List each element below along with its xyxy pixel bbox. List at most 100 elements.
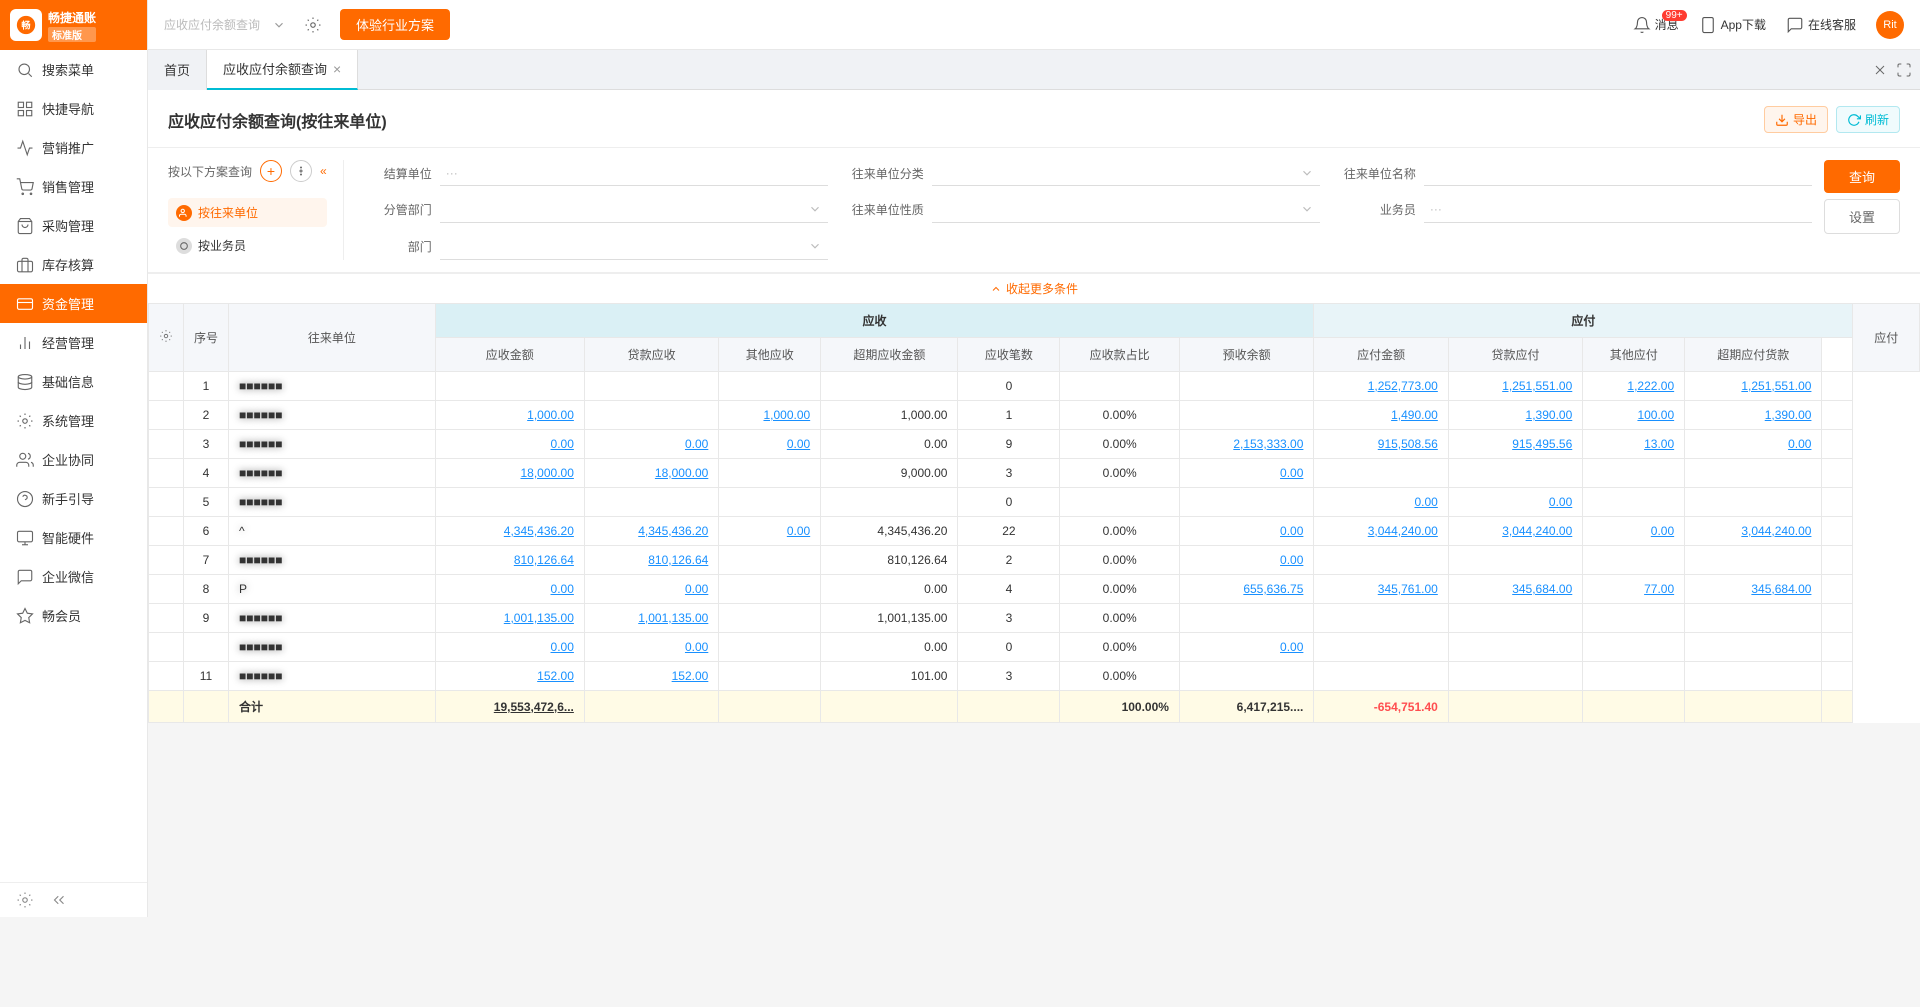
- table-row: 4■■■■■■18,000.0018,000.009,000.0030.00%0…: [149, 459, 1920, 488]
- th-ap-amount: 应付金额: [1314, 338, 1448, 372]
- unit-cell: ■■■■■■: [229, 546, 436, 575]
- footer-prepay: 6,417,215....: [1179, 691, 1313, 723]
- tab-close-all-icon[interactable]: [1872, 62, 1888, 78]
- settings-icon[interactable]: [16, 891, 34, 909]
- unit-cell: ■■■■■■: [229, 430, 436, 459]
- th-ap-loan: 贷款应付: [1448, 338, 1582, 372]
- table-footer: 合计 19,553,472,6... 100.00% 6,417,215....…: [149, 691, 1920, 723]
- salesman-input[interactable]: ···: [1424, 197, 1812, 223]
- scheme-by-unit[interactable]: 按往来单位: [168, 198, 327, 227]
- unit-cell: ■■■■■■: [229, 372, 436, 401]
- header-right: 消息 99+ App下载 在线客服 Rit: [1633, 11, 1904, 39]
- footer-ap-overdue-loan: [1685, 691, 1822, 723]
- sidebar-item-operations[interactable]: 经营管理: [0, 323, 147, 362]
- footer-ar-count: [958, 691, 1060, 723]
- sidebar-item-finance[interactable]: 资金管理: [0, 284, 147, 323]
- notifications-item[interactable]: 消息 99+: [1633, 16, 1679, 34]
- footer-ap-loan: [1448, 691, 1582, 723]
- set-button[interactable]: 设置: [1824, 199, 1900, 234]
- tab-bar: 首页 应收应付余额查询 ×: [148, 50, 1920, 90]
- collapse-button[interactable]: 收起更多条件: [148, 273, 1920, 303]
- unit-category-input[interactable]: [932, 160, 1320, 186]
- sidebar-item-sales[interactable]: 销售管理: [0, 167, 147, 206]
- sidebar-item-marketing[interactable]: 营销推广: [0, 128, 147, 167]
- footer-ar-other: [719, 691, 821, 723]
- logo-text: 畅捷通账: [48, 9, 96, 26]
- unit-cell: ■■■■■■: [229, 633, 436, 662]
- unit-cell: ■■■■■■: [229, 604, 436, 633]
- query-button[interactable]: 查询: [1824, 160, 1900, 193]
- sidebar-item-purchase[interactable]: 采购管理: [0, 206, 147, 245]
- sidebar-item-guide[interactable]: 新手引导: [0, 479, 147, 518]
- filter-field-salesman: 业务员 ···: [1344, 197, 1812, 224]
- refresh-button[interactable]: 刷新: [1836, 106, 1900, 133]
- footer-ap-extra: [1822, 691, 1853, 723]
- settlement-label: 结算单位: [360, 165, 432, 182]
- tab-expand-icon[interactable]: [1896, 62, 1912, 78]
- filter-toggle-button[interactable]: «: [320, 164, 327, 178]
- department-label: 部门: [360, 238, 432, 255]
- filter-field-dept: 分管部门: [360, 197, 828, 224]
- sidebar-item-wechat[interactable]: 企业微信: [0, 557, 147, 596]
- gear-button[interactable]: [298, 10, 328, 40]
- table-row: 6^4,345,436.204,345,436.200.004,345,436.…: [149, 517, 1920, 546]
- sidebar-bottom: [0, 882, 147, 917]
- unit-nature-input[interactable]: [932, 197, 1320, 223]
- unit-name-input[interactable]: [1424, 160, 1812, 186]
- footer-ar-ratio: 100.00%: [1060, 691, 1180, 723]
- app-download-label: App下载: [1721, 16, 1766, 33]
- unit-cell: P: [229, 575, 436, 604]
- dept-input[interactable]: [440, 197, 828, 223]
- tab-close-icon[interactable]: ×: [333, 61, 341, 77]
- sidebar-item-system[interactable]: 系统管理: [0, 401, 147, 440]
- page-actions: 导出 刷新: [1764, 106, 1900, 147]
- table-row: ■■■■■■0.000.000.0000.00%0.00: [149, 633, 1920, 662]
- solution-button[interactable]: 体验行业方案: [340, 9, 450, 40]
- filter-label: 按以下方案查询: [168, 163, 252, 180]
- breadcrumb-dropdown[interactable]: [272, 18, 286, 32]
- main-content: 应收应付余额查询(按往来单位) 导出 刷新 按以下方案查询 +: [148, 90, 1920, 917]
- avatar[interactable]: Rit: [1876, 11, 1904, 39]
- export-button[interactable]: 导出: [1764, 106, 1828, 133]
- th-gear: [149, 304, 184, 372]
- unit-cell: ■■■■■■: [229, 662, 436, 691]
- table-area: 序号 往来单位 应收 应付 应付 应收金额 贷款应收 其他应收 超期应收金额 应…: [148, 303, 1920, 723]
- table-row: 9■■■■■■1,001,135.001,001,135.001,001,135…: [149, 604, 1920, 633]
- sidebar-item-basic[interactable]: 基础信息: [0, 362, 147, 401]
- th-ar-count: 应收笔数: [958, 338, 1060, 372]
- sidebar-item-hardware[interactable]: 智能硬件: [0, 518, 147, 557]
- page-title: 应收应付余额查询(按往来单位): [168, 108, 387, 146]
- filter-setting-button[interactable]: [290, 160, 312, 182]
- sidebar-item-search[interactable]: 搜索菜单: [0, 50, 147, 89]
- sidebar-item-quicknav[interactable]: 快捷导航: [0, 89, 147, 128]
- footer-no: [184, 691, 229, 723]
- tab-ar-ap[interactable]: 应收应付余额查询 ×: [207, 50, 358, 90]
- unit-category-label: 往来单位分类: [852, 165, 924, 182]
- filter-field-unit-name: 往来单位名称: [1344, 160, 1812, 187]
- sidebar-item-inventory[interactable]: 库存核算: [0, 245, 147, 284]
- online-service-item[interactable]: 在线客服: [1786, 16, 1856, 34]
- department-input[interactable]: [440, 234, 828, 260]
- table-row: 1■■■■■■01,252,773.001,251,551.001,222.00…: [149, 372, 1920, 401]
- app-download-item[interactable]: App下载: [1699, 16, 1766, 34]
- settlement-input[interactable]: ···: [440, 160, 828, 186]
- sidebar-item-member[interactable]: 畅会员: [0, 596, 147, 635]
- salesman-label: 业务员: [1344, 201, 1416, 218]
- tab-home[interactable]: 首页: [148, 50, 207, 90]
- filter-add-button[interactable]: +: [260, 160, 282, 182]
- unit-name-label: 往来单位名称: [1344, 165, 1416, 182]
- scheme-by-salesman[interactable]: 按业务员: [168, 231, 327, 260]
- collapse-icon[interactable]: [50, 891, 68, 909]
- unit-cell: ^: [229, 517, 436, 546]
- footer-ar-amount[interactable]: 19,553,472,6...: [435, 691, 584, 723]
- unit-cell: ■■■■■■: [229, 488, 436, 517]
- th-ap-other: 其他应付: [1583, 338, 1685, 372]
- th-ar-loan: 贷款应收: [584, 338, 718, 372]
- tab-bar-actions: [1872, 62, 1920, 78]
- th-unit: 往来单位: [229, 304, 436, 372]
- footer-gear: [149, 691, 184, 723]
- sidebar-logo: 畅 畅捷通账 标准版: [0, 0, 147, 50]
- sidebar-item-enterprise[interactable]: 企业协同: [0, 440, 147, 479]
- scheme-icon-salesman: [176, 238, 192, 254]
- logo-icon: 畅: [10, 9, 42, 41]
